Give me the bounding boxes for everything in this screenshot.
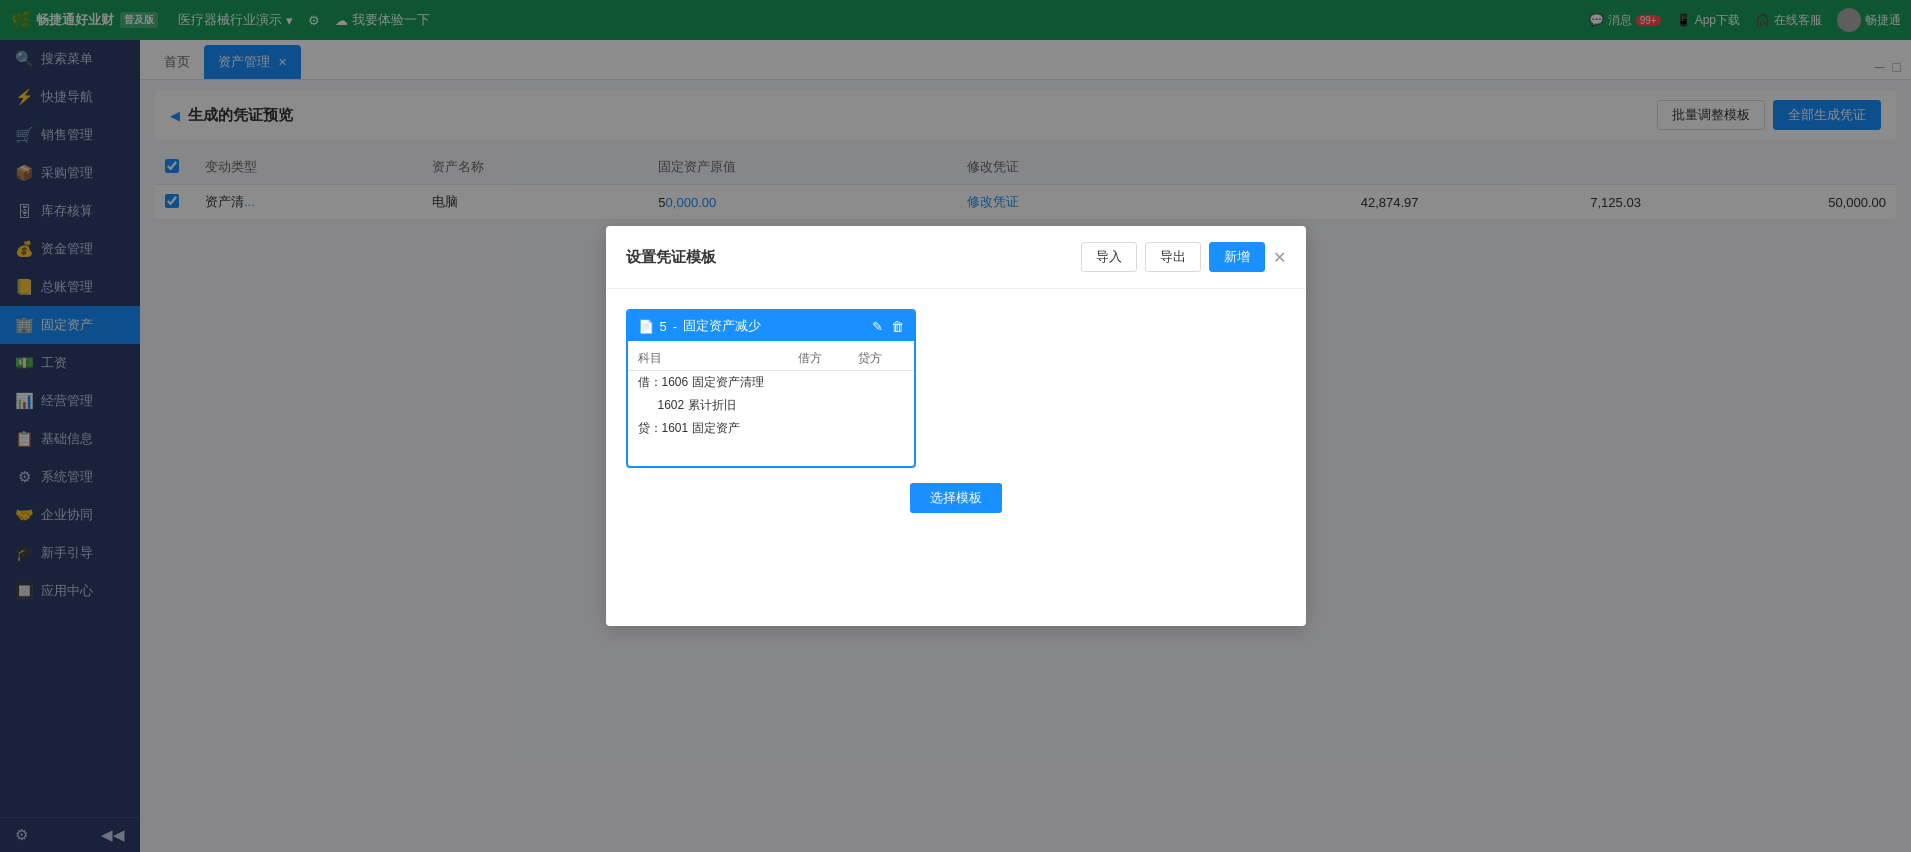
template-card-header: 📄 5 - 固定资产减少 ✎ 🗑	[628, 311, 914, 341]
col-credit: 贷方	[858, 350, 916, 367]
entry-1-account: 借：1606 固定资产清理	[638, 374, 798, 391]
entry-1-credit	[858, 374, 916, 391]
entry-3-debit	[798, 420, 858, 437]
entry-2-account: 1602 累计折旧	[638, 397, 798, 414]
new-btn[interactable]: 新增	[1209, 242, 1265, 272]
delete-template-icon[interactable]: 🗑	[891, 319, 904, 334]
template-name: 固定资产减少	[683, 317, 761, 335]
template-card-body: 科目 借方 贷方 借：1606 固定资产清理 1602	[628, 341, 914, 466]
template-col-header: 科目 借方 贷方	[628, 347, 914, 371]
template-doc-icon: 📄	[638, 319, 654, 334]
template-card: 📄 5 - 固定资产减少 ✎ 🗑	[626, 309, 916, 468]
template-number: 5	[660, 319, 667, 334]
entry-2-credit	[858, 397, 916, 414]
template-entry-2: 1602 累计折旧	[628, 394, 914, 417]
template-entry-1: 借：1606 固定资产清理	[628, 371, 914, 394]
entry-1-debit	[798, 374, 858, 391]
modal-header-actions: 导入 导出 新增 ✕	[1081, 242, 1286, 272]
modal-close-btn[interactable]: ✕	[1273, 248, 1286, 267]
app-container: 🌿 畅捷通好业财 普及版 医疗器械行业演示 ▾ ⚙ ☁ 我要体验一下 💬 消息 …	[0, 0, 1911, 852]
edit-template-icon[interactable]: ✎	[872, 319, 883, 334]
select-template-area: 选择模板	[626, 483, 1286, 513]
entry-3-credit	[858, 420, 916, 437]
content-area: 首页 资产管理 ✕ ─ □ ◀ 生成的凭证预览	[140, 40, 1911, 852]
col-account: 科目	[638, 350, 798, 367]
modal-title: 设置凭证模板	[626, 248, 716, 267]
modal-header: 设置凭证模板 导入 导出 新增 ✕	[606, 226, 1306, 289]
template-separator: -	[673, 319, 677, 334]
select-template-btn[interactable]: 选择模板	[910, 483, 1002, 513]
export-btn[interactable]: 导出	[1145, 242, 1201, 272]
modal-body: 📄 5 - 固定资产减少 ✎ 🗑	[606, 289, 1306, 543]
template-entry-3: 贷：1601 固定资产	[628, 417, 914, 440]
main-area: 🔍 搜索菜单 ⚡ 快捷导航 🛒 销售管理 📦 采购管理 🗄 库存核算	[0, 40, 1911, 852]
entry-2-debit	[798, 397, 858, 414]
empty-1	[638, 443, 798, 457]
template-card-title-area: 📄 5 - 固定资产减少	[638, 317, 762, 335]
set-template-modal: 设置凭证模板 导入 导出 新增 ✕ 📄 5	[606, 226, 1306, 626]
template-entry-empty-1	[628, 440, 914, 460]
col-debit: 借方	[798, 350, 858, 367]
import-btn[interactable]: 导入	[1081, 242, 1137, 272]
template-card-actions: ✎ 🗑	[872, 319, 904, 334]
entry-3-account: 贷：1601 固定资产	[638, 420, 798, 437]
